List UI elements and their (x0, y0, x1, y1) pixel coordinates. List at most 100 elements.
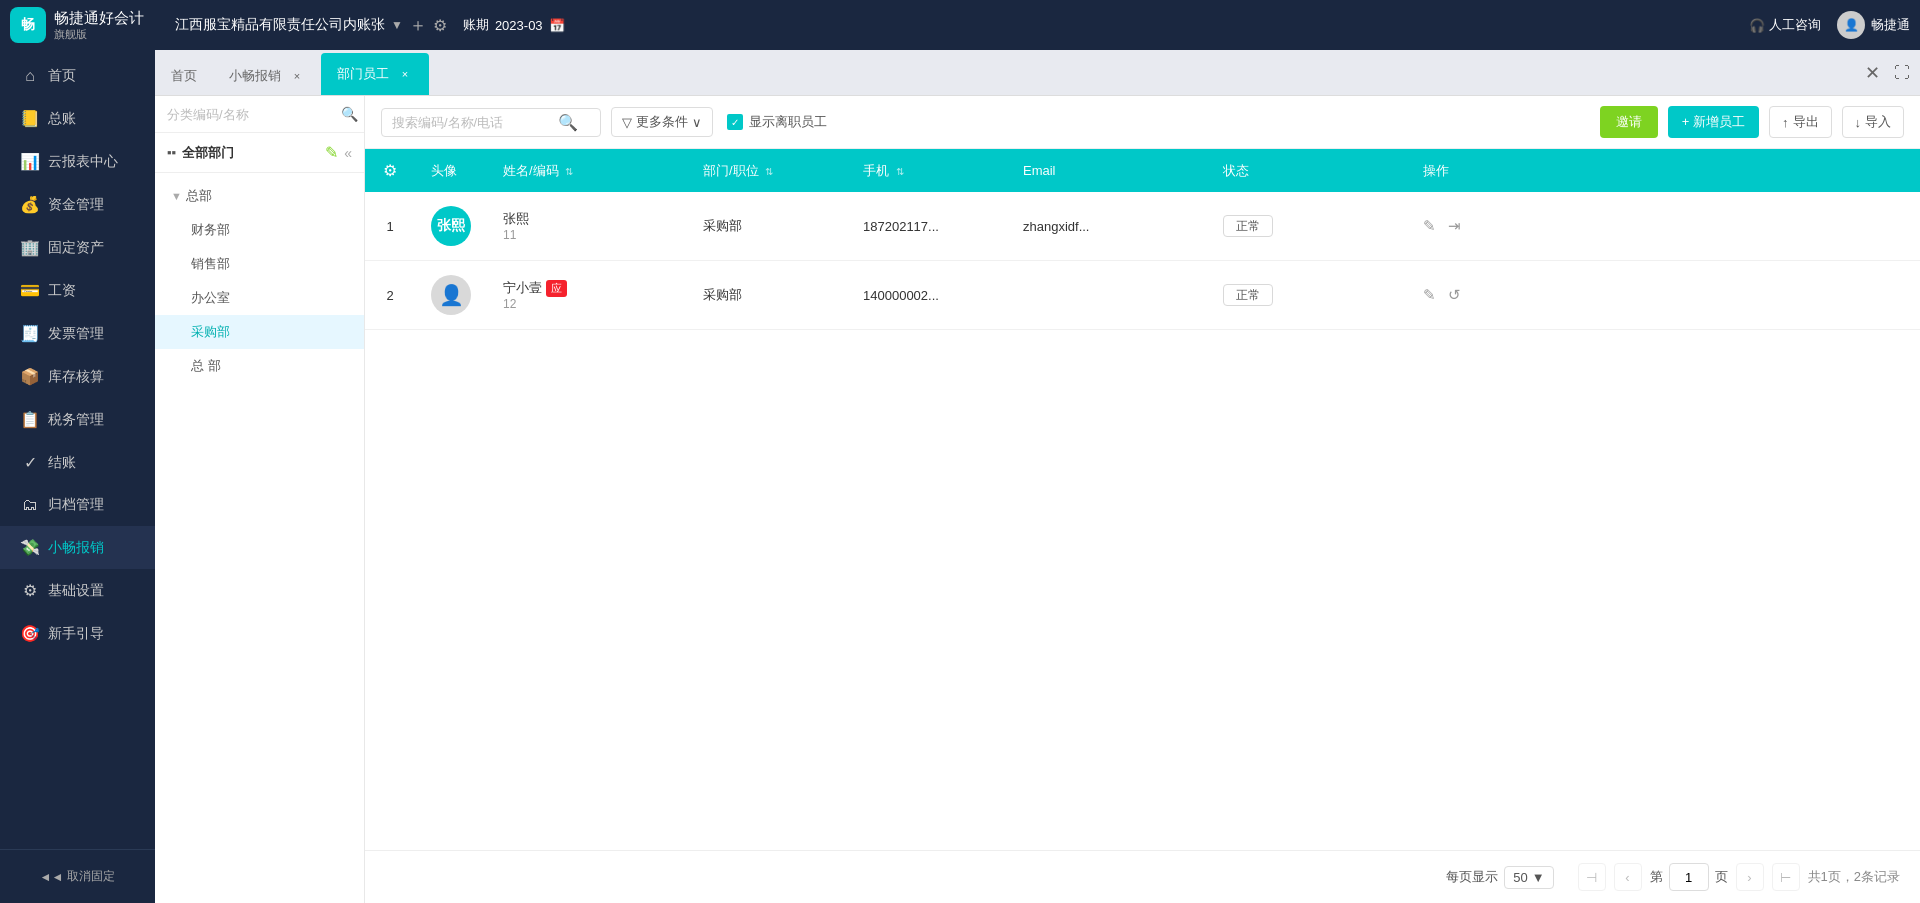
sidebar-item-fixed-assets[interactable]: 🏢 固定资产 (0, 226, 155, 269)
pagination: 每页显示 50 ▼ ⊣ ‹ 第 页 › ⊢ 共1页， (365, 850, 1920, 903)
sidebar-item-home[interactable]: ⌂ 首页 (0, 55, 155, 97)
tab-bar-close-icon[interactable]: ✕ (1865, 62, 1880, 84)
sidebar-item-guide[interactable]: 🎯 新手引导 (0, 612, 155, 655)
sidebar-item-ledger[interactable]: 📒 总账 (0, 97, 155, 140)
tab-expense-close[interactable]: × (289, 68, 305, 84)
column-settings-icon[interactable]: ⚙ (383, 162, 397, 179)
sidebar-item-expense[interactable]: 💸 小畅报销 (0, 526, 155, 569)
page-input-group: 第 页 (1650, 863, 1728, 891)
logout-btn[interactable]: ⇥ (1448, 217, 1461, 235)
dept-search-box: 🔍 (155, 96, 364, 133)
cell-action: ✎↺ (1407, 261, 1920, 330)
th-action-label: 操作 (1423, 163, 1449, 178)
dept-item-finance[interactable]: 财务部 (155, 213, 364, 247)
employee-search-box: 🔍 (381, 108, 601, 137)
employee-search-input[interactable] (392, 115, 552, 130)
employees-table: ⚙ 头像 姓名/编码 ⇅ 部门/职位 (365, 149, 1920, 330)
sidebar-item-label: 新手引导 (48, 625, 104, 643)
sidebar-item-archive[interactable]: 🗂 归档管理 (0, 484, 155, 526)
cell-avatar: 👤 (415, 261, 487, 330)
dept-header: ▪▪ 全部部门 ✎ « (155, 133, 364, 173)
sidebar-item-label: 资金管理 (48, 196, 104, 214)
service-btn[interactable]: 🎧 人工咨询 (1749, 16, 1821, 34)
add-company-icon[interactable]: ＋ (409, 13, 427, 37)
edit-btn[interactable]: ✎ (1423, 286, 1436, 304)
tab-home[interactable]: 首页 (155, 57, 213, 95)
company-selector[interactable]: 江西服宝精品有限责任公司内账张 ▼ ＋ ⚙ (175, 13, 453, 37)
sidebar: ⌂ 首页 📒 总账 📊 云报表中心 💰 资金管理 🏢 固定资产 💳 工资 🧾 发… (0, 50, 155, 903)
page-size-dropdown[interactable]: 50 ▼ (1504, 866, 1553, 889)
sidebar-item-capital[interactable]: 💰 资金管理 (0, 183, 155, 226)
filter-icon: ▽ (622, 115, 632, 130)
period-selector[interactable]: 账期 2023-03 📅 (463, 16, 565, 34)
sidebar-item-tax[interactable]: 📋 税务管理 (0, 398, 155, 441)
th-avatar: 头像 (415, 149, 487, 192)
next-page-btn[interactable]: › (1736, 863, 1764, 891)
cell-email: zhangxidf... (1007, 192, 1207, 261)
dept-edit-icon[interactable]: ✎ (325, 143, 338, 162)
tab-employees[interactable]: 部门员工 × (321, 53, 429, 95)
dept-arrow-hq: ▼ (171, 190, 182, 202)
import-icon: ↓ (1855, 115, 1862, 130)
tab-expense[interactable]: 小畅报销 × (213, 57, 321, 95)
tab-expense-label: 小畅报销 (229, 67, 281, 85)
tab-employees-label: 部门员工 (337, 65, 389, 83)
sidebar-item-reports[interactable]: 📊 云报表中心 (0, 140, 155, 183)
filter-label: 更多条件 (636, 113, 688, 131)
table-row: 2👤宁小壹应12采购部140000002...正常✎↺ (365, 261, 1920, 330)
calendar-icon[interactable]: 📅 (549, 18, 565, 33)
user-menu[interactable]: 👤 畅捷通 (1837, 11, 1910, 39)
company-settings-icon[interactable]: ⚙ (433, 16, 447, 35)
th-phone[interactable]: 手机 ⇅ (847, 149, 1007, 192)
sidebar-item-settings[interactable]: ⚙ 基础设置 (0, 569, 155, 612)
action-icons: ✎⇥ (1423, 217, 1904, 235)
show-resigned-toggle[interactable]: ✓ 显示离职员工 (727, 113, 827, 131)
sidebar-item-inventory[interactable]: 📦 库存核算 (0, 355, 155, 398)
last-page-btn[interactable]: ⊢ (1772, 863, 1800, 891)
tab-bar-expand-icon[interactable]: ⛶ (1894, 64, 1910, 82)
tab-employees-close[interactable]: × (397, 66, 413, 82)
dept-item-general[interactable]: 总 部 (155, 349, 364, 383)
inventory-icon: 📦 (20, 367, 40, 386)
left-arrow-icon: ◄◄ (40, 870, 64, 884)
delete-btn[interactable]: ↺ (1448, 286, 1461, 304)
page-number-input[interactable] (1669, 863, 1709, 891)
dept-item-hq[interactable]: ▼ 总部 (155, 179, 364, 213)
th-email-label: Email (1023, 163, 1056, 178)
th-name[interactable]: 姓名/编码 ⇅ (487, 149, 687, 192)
show-resigned-checkbox[interactable]: ✓ (727, 114, 743, 130)
prev-page-btn[interactable]: ‹ (1614, 863, 1642, 891)
page-content: 🔍 ▪▪ 全部部门 ✎ « ▼ 总部 (155, 96, 1920, 903)
edit-btn[interactable]: ✎ (1423, 217, 1436, 235)
dept-collapse-icon[interactable]: « (344, 145, 352, 161)
dept-search-icon[interactable]: 🔍 (341, 106, 358, 122)
search-icon[interactable]: 🔍 (558, 113, 578, 132)
status-badge: 正常 (1223, 284, 1273, 306)
dept-item-sales[interactable]: 销售部 (155, 247, 364, 281)
add-employee-btn[interactable]: + 新增员工 (1668, 106, 1759, 138)
checkout-icon: ✓ (20, 453, 40, 472)
cancel-fixed-btn[interactable]: ◄◄ 取消固定 (0, 860, 155, 893)
sidebar-item-checkout[interactable]: ✓ 结账 (0, 441, 155, 484)
th-gear[interactable]: ⚙ (365, 149, 415, 192)
dept-item-purchase[interactable]: 采购部 (155, 315, 364, 349)
first-page-btn[interactable]: ⊣ (1578, 863, 1606, 891)
invite-btn[interactable]: 邀请 (1600, 106, 1658, 138)
cell-email (1007, 261, 1207, 330)
sidebar-item-salary[interactable]: 💳 工资 (0, 269, 155, 312)
cell-phone: 187202117... (847, 192, 1007, 261)
export-out-label: 导出 (1793, 113, 1819, 131)
filter-btn[interactable]: ▽ 更多条件 ∨ (611, 107, 713, 137)
user-avatar: 👤 (1837, 11, 1865, 39)
th-dept[interactable]: 部门/职位 ⇅ (687, 149, 847, 192)
dept-item-office[interactable]: 办公室 (155, 281, 364, 315)
import-btn[interactable]: ↓ 导入 (1842, 106, 1905, 138)
table-row: 1张熙张熙11采购部187202117...zhangxidf...正常✎⇥ (365, 192, 1920, 261)
company-dropdown-icon[interactable]: ▼ (391, 18, 403, 32)
period-label: 账期 (463, 16, 489, 34)
export-btn[interactable]: ↑ 导出 (1769, 106, 1832, 138)
page-size-selector: 每页显示 50 ▼ (1446, 866, 1553, 889)
sidebar-item-invoice[interactable]: 🧾 发票管理 (0, 312, 155, 355)
employee-toolbar: 🔍 ▽ 更多条件 ∨ ✓ 显示离职员工 邀请 + 新增员工 (365, 96, 1920, 149)
dept-search-input[interactable] (167, 107, 335, 122)
